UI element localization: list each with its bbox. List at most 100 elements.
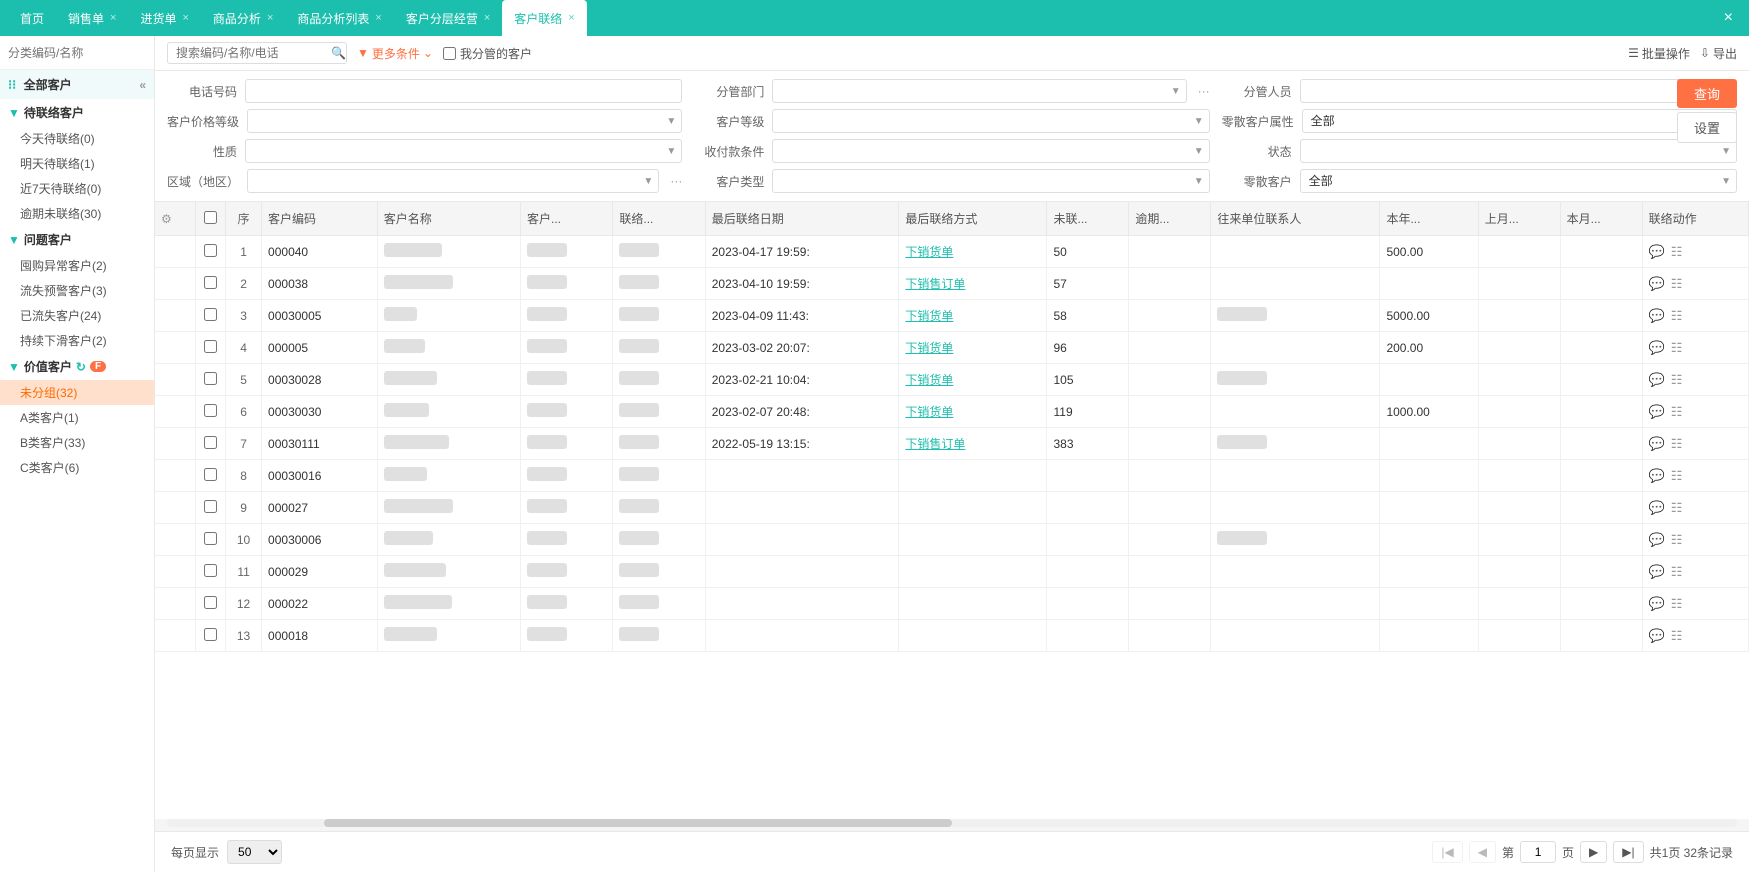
- contact-icon[interactable]: 💬: [1649, 340, 1665, 356]
- more-action-icon[interactable]: ☷: [1671, 340, 1683, 356]
- row-checkbox[interactable]: [204, 532, 217, 545]
- sidebar-item-overdue[interactable]: 逾期未联络(30): [0, 201, 154, 226]
- main-search-input[interactable]: [176, 46, 331, 60]
- nav-purchase[interactable]: 进货单 ×: [128, 0, 200, 36]
- settings-icon[interactable]: ⚙: [161, 212, 172, 226]
- filter-nature-select[interactable]: [245, 139, 682, 163]
- filter-status-select[interactable]: [1300, 139, 1737, 163]
- next-page-button[interactable]: ▶: [1580, 841, 1607, 863]
- nav-sales-close[interactable]: ×: [110, 12, 116, 24]
- nav-home[interactable]: 首页: [8, 0, 56, 36]
- filter-dept-select[interactable]: [772, 79, 1186, 103]
- contact-icon[interactable]: 💬: [1649, 244, 1665, 260]
- sidebar-item-declining[interactable]: 持续下滑客户(2): [0, 328, 154, 353]
- sidebar-item-b-class[interactable]: B类客户(33): [0, 430, 154, 455]
- sidebar-item-7days[interactable]: 近7天待联络(0): [0, 176, 154, 201]
- filter-customer-level-select[interactable]: [772, 109, 1209, 133]
- contact-icon[interactable]: 💬: [1649, 500, 1665, 516]
- contact-icon[interactable]: 💬: [1649, 372, 1665, 388]
- more-action-icon[interactable]: ☷: [1671, 308, 1683, 324]
- nav-customer-tier[interactable]: 客户分层经营 ×: [394, 0, 502, 36]
- scrollbar-thumb[interactable]: [324, 819, 952, 827]
- row-checkbox[interactable]: [204, 436, 217, 449]
- window-close-button[interactable]: ×: [1716, 9, 1741, 27]
- sidebar-search-input[interactable]: [8, 46, 155, 60]
- sidebar-item-ungroup[interactable]: 未分组(32): [0, 380, 154, 405]
- more-action-icon[interactable]: ☷: [1671, 276, 1683, 292]
- sidebar-item-lost[interactable]: 已流失客户(24): [0, 303, 154, 328]
- nav-customer-contact[interactable]: 客户联络 ×: [502, 0, 586, 36]
- sidebar-item-tomorrow[interactable]: 明天待联络(1): [0, 151, 154, 176]
- nav-analysis-close[interactable]: ×: [267, 12, 273, 24]
- filter-retail-attr-select[interactable]: 全部: [1302, 109, 1737, 133]
- sidebar-item-abnormal[interactable]: 囤购异常客户(2): [0, 253, 154, 278]
- row-checkbox[interactable]: [204, 628, 217, 641]
- page-size-select[interactable]: 50 10 20 100: [227, 840, 282, 864]
- more-action-icon[interactable]: ☷: [1671, 468, 1683, 484]
- sidebar-item-churn-warning[interactable]: 流失预警客户(3): [0, 278, 154, 303]
- query-button[interactable]: 查询: [1677, 79, 1737, 108]
- nav-customer-tier-close[interactable]: ×: [484, 12, 490, 24]
- filter-customer-type-select[interactable]: [772, 169, 1209, 193]
- row-checkbox[interactable]: [204, 244, 217, 257]
- contact-icon[interactable]: 💬: [1649, 596, 1665, 612]
- sidebar-all-customers[interactable]: ⁝⁝ 全部客户 «: [0, 70, 154, 99]
- nav-sales[interactable]: 销售单 ×: [56, 0, 128, 36]
- filter-manager-select[interactable]: [1300, 79, 1714, 103]
- row-checkbox[interactable]: [204, 468, 217, 481]
- filter-price-level-select[interactable]: [247, 109, 682, 133]
- filter-payment-select[interactable]: [772, 139, 1209, 163]
- more-action-icon[interactable]: ☷: [1671, 628, 1683, 644]
- contact-icon[interactable]: 💬: [1649, 532, 1665, 548]
- more-action-icon[interactable]: ☷: [1671, 500, 1683, 516]
- row-checkbox[interactable]: [204, 308, 217, 321]
- more-action-icon[interactable]: ☷: [1671, 372, 1683, 388]
- more-action-icon[interactable]: ☷: [1671, 532, 1683, 548]
- row-checkbox[interactable]: [204, 276, 217, 289]
- more-action-icon[interactable]: ☷: [1671, 564, 1683, 580]
- search-icon[interactable]: 🔍: [331, 46, 346, 60]
- region-more-icon[interactable]: ···: [670, 174, 682, 188]
- row-checkbox[interactable]: [204, 404, 217, 417]
- last-page-button[interactable]: ▶|: [1613, 841, 1643, 863]
- more-filters-button[interactable]: ▼ 更多条件 ⌄: [357, 45, 433, 62]
- row-checkbox[interactable]: [204, 596, 217, 609]
- contact-icon[interactable]: 💬: [1649, 628, 1665, 644]
- my-customers-checkbox-wrap[interactable]: 我分管的客户: [443, 45, 532, 62]
- sidebar-item-a-class[interactable]: A类客户(1): [0, 405, 154, 430]
- sidebar-group-value[interactable]: ▼ 价值客户 ↻ F: [0, 353, 154, 380]
- prev-page-button[interactable]: ◀: [1469, 841, 1496, 863]
- more-action-icon[interactable]: ☷: [1671, 244, 1683, 260]
- batch-op-button[interactable]: ☰ 批量操作: [1628, 45, 1690, 62]
- sidebar-group-pending[interactable]: ▼ 待联络客户: [0, 99, 154, 126]
- nav-analysis[interactable]: 商品分析 ×: [201, 0, 285, 36]
- first-page-button[interactable]: |◀: [1432, 841, 1462, 863]
- page-input[interactable]: [1520, 841, 1556, 863]
- contact-icon[interactable]: 💬: [1649, 564, 1665, 580]
- select-all-checkbox[interactable]: [204, 211, 217, 224]
- contact-icon[interactable]: 💬: [1649, 468, 1665, 484]
- row-checkbox[interactable]: [204, 340, 217, 353]
- row-checkbox[interactable]: [204, 564, 217, 577]
- nav-analysis-list[interactable]: 商品分析列表 ×: [285, 0, 393, 36]
- more-action-icon[interactable]: ☷: [1671, 436, 1683, 452]
- refresh-icon[interactable]: ↻: [76, 360, 86, 374]
- more-action-icon[interactable]: ☷: [1671, 596, 1683, 612]
- collapse-icon[interactable]: «: [139, 78, 146, 92]
- sidebar-item-today[interactable]: 今天待联络(0): [0, 126, 154, 151]
- more-action-icon[interactable]: ☷: [1671, 404, 1683, 420]
- row-checkbox[interactable]: [204, 500, 217, 513]
- contact-icon[interactable]: 💬: [1649, 436, 1665, 452]
- contact-icon[interactable]: 💬: [1649, 308, 1665, 324]
- reset-button[interactable]: 设置: [1677, 112, 1737, 143]
- sidebar-group-problem[interactable]: ▼ 问题客户: [0, 226, 154, 253]
- filter-retail-customer-select[interactable]: 全部: [1300, 169, 1737, 193]
- sidebar-item-c-class[interactable]: C类客户(6): [0, 455, 154, 480]
- nav-analysis-list-close[interactable]: ×: [375, 12, 381, 24]
- filter-phone-input[interactable]: [245, 79, 682, 103]
- nav-customer-contact-close[interactable]: ×: [568, 12, 574, 24]
- row-checkbox[interactable]: [204, 372, 217, 385]
- dept-more-icon[interactable]: ···: [1198, 84, 1210, 98]
- export-button[interactable]: ⇩ 导出: [1700, 45, 1737, 62]
- my-customers-checkbox[interactable]: [443, 47, 456, 60]
